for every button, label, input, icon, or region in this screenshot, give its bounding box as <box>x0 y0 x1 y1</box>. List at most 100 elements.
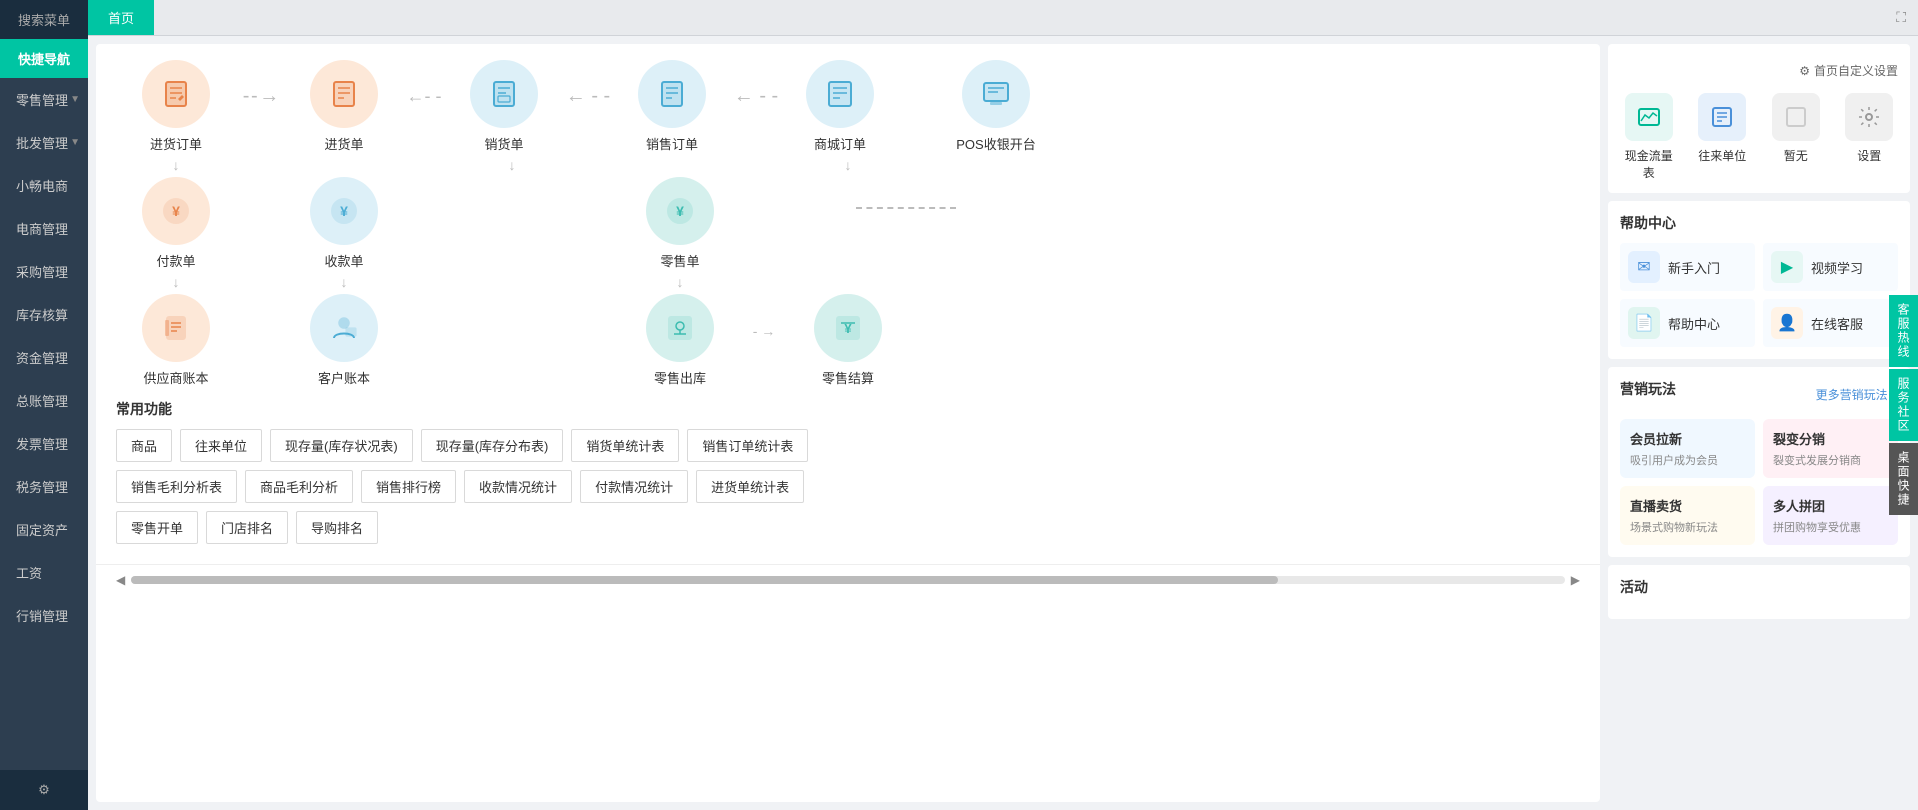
float-customer-service[interactable]: 客服热线 <box>1889 295 1918 367</box>
scroll-right-arrow[interactable]: ▶ <box>1571 573 1580 587</box>
flow-node-sales-order[interactable]: 销售订单 <box>612 60 732 153</box>
sidebar-item-ecom-small[interactable]: 小畅电商 <box>0 164 88 207</box>
btn-sales-gross[interactable]: 销售毛利分析表 <box>116 470 237 503</box>
retail-order-label: 零售单 <box>660 251 699 270</box>
btn-contacts[interactable]: 往来单位 <box>180 429 262 462</box>
tab-bar-right: ⛶ <box>1896 9 1906 26</box>
quick-icon-cash-flow[interactable]: 现金流量表 <box>1620 93 1678 181</box>
flow-node-pos[interactable]: POS收银开台 <box>936 60 1056 153</box>
more-marketing-link[interactable]: 更多营销玩法 > <box>1816 386 1898 403</box>
quick-icon-contacts[interactable]: 往来单位 <box>1694 93 1752 181</box>
sidebar-item-invoice[interactable]: 发票管理 <box>0 422 88 465</box>
btn-sales-stats[interactable]: 销货单统计表 <box>571 429 679 462</box>
marketing-section: 营销玩法 更多营销玩法 > 会员拉新 吸引用户成为会员 裂变分销 裂变式发展分销… <box>1608 367 1910 557</box>
activity-section: 活动 <box>1608 565 1910 619</box>
flow-node-sales-bill[interactable]: 销货单 <box>444 60 564 153</box>
scroll-bar: ◀ ▶ <box>96 564 1600 595</box>
help-doc-icon: 📄 <box>1628 307 1660 339</box>
sidebar-item-more[interactable]: 行销管理 <box>0 594 88 637</box>
sidebar-settings-button[interactable]: ⚙ <box>0 770 88 810</box>
retail-settlement-label: 零售结算 <box>822 368 874 387</box>
btn-store-rank[interactable]: 门店排名 <box>206 511 288 544</box>
settings-icon: ⚙ <box>38 782 50 797</box>
beginner-label: 新手入门 <box>1668 258 1720 277</box>
pos-label: POS收银开台 <box>956 134 1035 153</box>
activity-title: 活动 <box>1620 577 1898 597</box>
flow-node-receipt[interactable]: ¥ 收款单 <box>284 177 404 270</box>
purchase-bill-icon <box>310 60 378 128</box>
purchase-order-icon <box>142 60 210 128</box>
sidebar-item-ecom-mgr[interactable]: 电商管理 <box>0 207 88 250</box>
btn-sales-rank[interactable]: 销售排行榜 <box>361 470 456 503</box>
sidebar-item-salary[interactable]: 工资 <box>0 551 88 594</box>
btn-purchase-stats[interactable]: 进货单统计表 <box>696 470 804 503</box>
sidebar-item-fixed-assets[interactable]: 固定资产 <box>0 508 88 551</box>
settings-icon-box <box>1845 93 1893 141</box>
purchase-bill-label: 进货单 <box>324 134 363 153</box>
flow-node-payment[interactable]: ¥ 付款单 <box>116 177 236 270</box>
sidebar-item-purchase[interactable]: 采购管理 <box>0 250 88 293</box>
supplier-account-icon <box>142 294 210 362</box>
marketing-item-group[interactable]: 多人拼团 拼团购物享受优惠 <box>1763 486 1898 545</box>
flow-node-supplier-account[interactable]: 供应商账本 <box>116 294 236 387</box>
common-functions-section: 常用功能 商品 往来单位 现存量(库存状况表) 现存量(库存分布表) 销货单统计… <box>96 399 1600 564</box>
flow-node-retail-out[interactable]: 零售出库 <box>620 294 740 387</box>
receipt-icon: ¥ <box>310 177 378 245</box>
float-community[interactable]: 服务社区 <box>1889 369 1918 441</box>
btn-goods[interactable]: 商品 <box>116 429 172 462</box>
fullscreen-icon[interactable]: ⛶ <box>1896 9 1906 25</box>
payment-label: 付款单 <box>156 251 195 270</box>
flow-node-purchase-bill[interactable]: 进货单 <box>284 60 404 153</box>
btn-retail-order[interactable]: 零售开单 <box>116 511 198 544</box>
marketing-item-live[interactable]: 直播卖货 场景式购物新玩法 <box>1620 486 1755 545</box>
btn-guide-rank[interactable]: 导购排名 <box>296 511 378 544</box>
flow-node-purchase-order[interactable]: 进货订单 <box>116 60 236 153</box>
live-desc: 场景式购物新玩法 <box>1630 519 1745 535</box>
sidebar-item-tax[interactable]: 税务管理 <box>0 465 88 508</box>
service-icon: 👤 <box>1771 307 1803 339</box>
btn-receipt-stats[interactable]: 收款情况统计 <box>464 470 572 503</box>
help-item-service[interactable]: 👤 在线客服 <box>1763 299 1898 347</box>
flow-node-mall-order[interactable]: 商城订单 <box>780 60 900 153</box>
float-desktop-shortcut[interactable]: 桌面快捷 <box>1889 443 1918 515</box>
help-item-beginner[interactable]: ✉ 新手入门 <box>1620 243 1755 291</box>
help-item-help[interactable]: 📄 帮助中心 <box>1620 299 1755 347</box>
sidebar: 搜索菜单 快捷导航 零售管理 ▼ 批发管理 ▼ 小畅电商 电商管理 采购管理 库… <box>0 0 88 810</box>
sidebar-search[interactable]: 搜索菜单 <box>0 0 88 39</box>
common-functions-grid: 商品 往来单位 现存量(库存状况表) 现存量(库存分布表) 销货单统计表 销售订… <box>116 429 1580 462</box>
tab-home[interactable]: 首页 <box>88 0 154 35</box>
customize-settings-row[interactable]: ⚙ 首页自定义设置 <box>1620 56 1898 85</box>
flow-node-retail-settlement[interactable]: ¥ 零售结算 <box>788 294 908 387</box>
svg-text:¥: ¥ <box>340 203 348 219</box>
sidebar-item-inventory[interactable]: 库存核算 <box>0 293 88 336</box>
flow-node-customer-account[interactable]: 客户账本 <box>284 294 404 387</box>
sales-order-icon <box>638 60 706 128</box>
btn-stock-dist[interactable]: 现存量(库存分布表) <box>421 429 564 462</box>
payment-icon: ¥ <box>142 177 210 245</box>
quick-icon-settings[interactable]: 设置 <box>1841 93 1899 181</box>
none-icon <box>1772 93 1820 141</box>
contacts-label: 往来单位 <box>1698 147 1746 164</box>
btn-payment-stats[interactable]: 付款情况统计 <box>580 470 688 503</box>
marketing-item-member[interactable]: 会员拉新 吸引用户成为会员 <box>1620 419 1755 478</box>
btn-sales-order-stats[interactable]: 销售订单统计表 <box>687 429 808 462</box>
btn-stock-status[interactable]: 现存量(库存状况表) <box>270 429 413 462</box>
sidebar-item-retail[interactable]: 零售管理 ▼ <box>0 78 88 121</box>
sidebar-item-wholesale[interactable]: 批发管理 ▼ <box>0 121 88 164</box>
settings-label: 设置 <box>1857 147 1881 164</box>
scroll-left-arrow[interactable]: ◀ <box>116 573 125 587</box>
marketing-item-fission[interactable]: 裂变分销 裂变式发展分销商 <box>1763 419 1898 478</box>
sidebar-item-finance[interactable]: 资金管理 <box>0 336 88 379</box>
svg-text:¥: ¥ <box>676 203 684 219</box>
help-item-video[interactable]: ▶ 视频学习 <box>1763 243 1898 291</box>
marketing-grid: 会员拉新 吸引用户成为会员 裂变分销 裂变式发展分销商 直播卖货 场景式购物新玩… <box>1620 419 1898 545</box>
right-panel: ⚙ 首页自定义设置 现金流量表 <box>1608 36 1918 810</box>
btn-goods-gross[interactable]: 商品毛利分析 <box>245 470 353 503</box>
service-label: 在线客服 <box>1811 314 1863 333</box>
sidebar-item-general-ledger[interactable]: 总账管理 <box>0 379 88 422</box>
group-title: 多人拼团 <box>1773 496 1888 515</box>
quick-icon-none[interactable]: 暂无 <box>1767 93 1825 181</box>
flow-node-retail-order[interactable]: ¥ 零售单 <box>620 177 740 270</box>
retail-order-icon: ¥ <box>646 177 714 245</box>
scroll-track[interactable] <box>131 576 1565 584</box>
